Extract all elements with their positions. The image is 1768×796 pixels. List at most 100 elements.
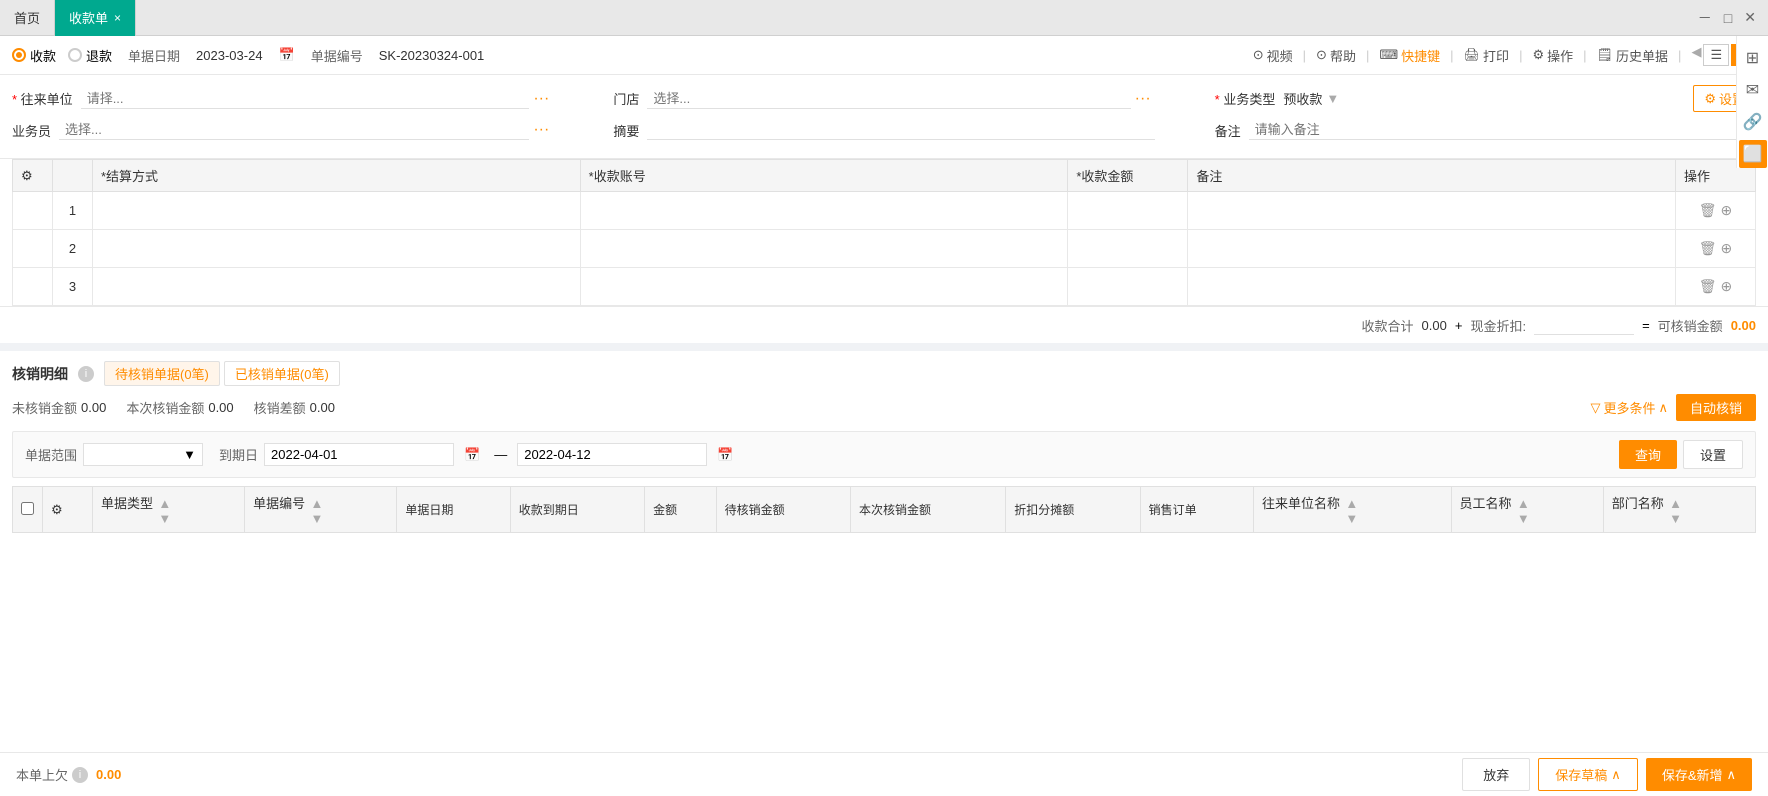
check-all-col xyxy=(13,487,43,533)
account-input-1[interactable] xyxy=(581,192,1068,229)
to-date-input[interactable] xyxy=(517,443,707,466)
save-draft-btn[interactable]: 保存草稿 ∧ xyxy=(1538,758,1638,791)
salesperson-label: 业务员 xyxy=(12,121,51,140)
video-btn[interactable]: ⊙ 视频 xyxy=(1253,46,1293,65)
table-row: 3 🗑 ⊕ xyxy=(13,268,1756,306)
toolbar-right: ⊙ 视频 | ⊙ 帮助 | ⌨ 快捷键 | 🖨 打印 | ⚙ 操作 xyxy=(1253,44,1756,66)
bottom-right: 放弃 保存草稿 ∧ 保存&新增 ∧ xyxy=(1462,758,1752,791)
form-row-1: 往来单位 ··· 门店 ··· 业务类型 预收款 ▼ ⚙ 设置 xyxy=(12,85,1756,112)
th-discount: 折扣分摊额 xyxy=(1006,487,1140,533)
abandon-btn[interactable]: 放弃 xyxy=(1462,758,1530,791)
sep3: | xyxy=(1450,48,1453,63)
sidebar-table-icon[interactable]: ⊞ xyxy=(1739,44,1767,72)
delete-icon-3[interactable]: 🗑 xyxy=(1699,278,1717,295)
window-close[interactable]: ✕ xyxy=(1740,9,1760,26)
window-minimize[interactable]: － xyxy=(1694,8,1716,28)
operation-btn[interactable]: ⚙ 操作 xyxy=(1532,46,1573,65)
query-btn[interactable]: 查询 xyxy=(1619,440,1677,469)
date-calendar-icon[interactable]: 📅 xyxy=(279,47,295,63)
store-input[interactable] xyxy=(647,89,1130,109)
calendar-icon-from[interactable]: 📅 xyxy=(464,447,480,463)
table-area: ⚙ *结算方式 *收款账号 *收款金额 备注 操作 xyxy=(0,159,1768,306)
tab-home[interactable]: 首页 xyxy=(0,0,55,36)
salesperson-more-btn[interactable]: ··· xyxy=(529,121,553,139)
salesperson-field: 业务员 ··· xyxy=(12,120,553,140)
counterpart-more-btn[interactable]: ··· xyxy=(529,90,553,108)
table-row: 1 🗑 ⊕ xyxy=(13,192,1756,230)
save-draft-arrow[interactable]: ∧ xyxy=(1611,767,1621,783)
settlement-input-1[interactable] xyxy=(93,192,580,229)
history-icon: 🗒 xyxy=(1597,47,1614,63)
filter-settings-btn[interactable]: 设置 xyxy=(1683,440,1743,469)
save-new-btn[interactable]: 保存&新增 ∧ xyxy=(1646,758,1752,791)
verify-info-icon[interactable]: i xyxy=(78,366,94,382)
settings-col-header[interactable]: ⚙ xyxy=(13,160,53,192)
help-btn[interactable]: ⊙ 帮助 xyxy=(1316,46,1356,65)
range-select[interactable]: ▼ xyxy=(83,443,203,466)
calendar-icon-to[interactable]: 📅 xyxy=(717,447,733,463)
delete-icon-2[interactable]: 🗑 xyxy=(1699,240,1717,257)
account-input-3[interactable] xyxy=(581,268,1068,305)
tab-bar-right: － □ ✕ xyxy=(1694,8,1768,28)
amount-input-2[interactable] xyxy=(1068,230,1187,267)
th-bill-type: 单据类型 ▲▼ xyxy=(92,487,244,533)
counterpart-input[interactable] xyxy=(81,89,530,109)
history-btn[interactable]: 🗒 历史单据 xyxy=(1597,46,1669,65)
copy-icon-3[interactable]: ⊕ xyxy=(1721,278,1733,295)
action-btns-1: 🗑 ⊕ xyxy=(1676,202,1755,219)
note-input-row2[interactable] xyxy=(1188,230,1675,267)
sidebar-link-icon[interactable]: 🔗 xyxy=(1739,108,1767,136)
note-input[interactable] xyxy=(1249,120,1756,140)
tab-bar: 首页 收款单 × － □ ✕ xyxy=(0,0,1768,36)
sidebar-email-icon[interactable]: ✉ xyxy=(1739,76,1767,104)
settlement-input-2[interactable] xyxy=(93,230,580,267)
salesperson-input[interactable] xyxy=(59,120,529,140)
order-info-icon[interactable]: i xyxy=(72,767,88,783)
unchecked-label: 未核销金额 xyxy=(12,398,77,417)
done-tab[interactable]: 已核销单据(0笔) xyxy=(224,361,340,386)
sidebar-scan-icon[interactable]: ⬜ xyxy=(1739,140,1767,168)
check-all[interactable] xyxy=(21,502,34,515)
business-type-dropdown[interactable]: ▼ xyxy=(1326,91,1339,106)
gear-icon: ⚙ xyxy=(1704,91,1716,107)
current-label: 本次核销金额 xyxy=(126,398,204,417)
window-maximize[interactable]: □ xyxy=(1720,10,1736,26)
print-btn[interactable]: 🖨 打印 xyxy=(1464,46,1510,65)
pending-tab[interactable]: 待核销单据(0笔) xyxy=(104,361,220,386)
account-input-2[interactable] xyxy=(581,230,1068,267)
note-input-row1[interactable] xyxy=(1188,192,1675,229)
amount-input-1[interactable] xyxy=(1068,192,1187,229)
list-view-btn[interactable]: ☰ xyxy=(1703,44,1729,66)
radio-refund-label: 退款 xyxy=(86,46,112,65)
shortcut-btn[interactable]: ⌨ 快捷键 xyxy=(1379,46,1440,65)
save-new-arrow[interactable]: ∧ xyxy=(1726,767,1736,783)
row-num-2: 2 xyxy=(53,230,93,268)
counterpart-field: 往来单位 ··· xyxy=(12,89,553,109)
copy-icon-1[interactable]: ⊕ xyxy=(1721,202,1733,219)
store-more-btn[interactable]: ··· xyxy=(1131,90,1155,108)
radio-collect-label: 收款 xyxy=(30,46,56,65)
more-conditions-btn[interactable]: ▽ 更多条件 ∧ xyxy=(1590,398,1668,417)
radio-refund[interactable]: 退款 xyxy=(68,46,112,65)
prev-btn[interactable]: ◀ xyxy=(1691,44,1701,66)
form-area: 往来单位 ··· 门店 ··· 业务类型 预收款 ▼ ⚙ 设置 xyxy=(0,75,1768,159)
th-sales-order: 销售订单 xyxy=(1140,487,1253,533)
radio-collect[interactable]: 收款 xyxy=(12,46,56,65)
verify-header: 核销明细 i 待核销单据(0笔) 已核销单据(0笔) xyxy=(12,361,1756,386)
radio-refund-dot xyxy=(68,48,82,62)
delete-icon-1[interactable]: 🗑 xyxy=(1699,202,1717,219)
tab-receipt[interactable]: 收款单 × xyxy=(55,0,136,36)
amount-input-3[interactable] xyxy=(1068,268,1187,305)
auto-verify-btn[interactable]: 自动核销 xyxy=(1676,394,1756,421)
discount-input[interactable] xyxy=(1534,315,1634,335)
tab-receipt-close[interactable]: × xyxy=(114,11,121,25)
summary-input[interactable] xyxy=(647,120,1154,140)
from-date-input[interactable] xyxy=(264,443,454,466)
table-gear-icon: ⚙ xyxy=(21,168,33,183)
bottom-gear-icon[interactable]: ⚙ xyxy=(51,502,63,517)
note-input-row3[interactable] xyxy=(1188,268,1675,305)
settlement-input-3[interactable] xyxy=(93,268,580,305)
filter-actions: 查询 设置 xyxy=(1619,440,1743,469)
business-type-field: 业务类型 预收款 ▼ ⚙ 设置 xyxy=(1215,85,1756,112)
copy-icon-2[interactable]: ⊕ xyxy=(1721,240,1733,257)
